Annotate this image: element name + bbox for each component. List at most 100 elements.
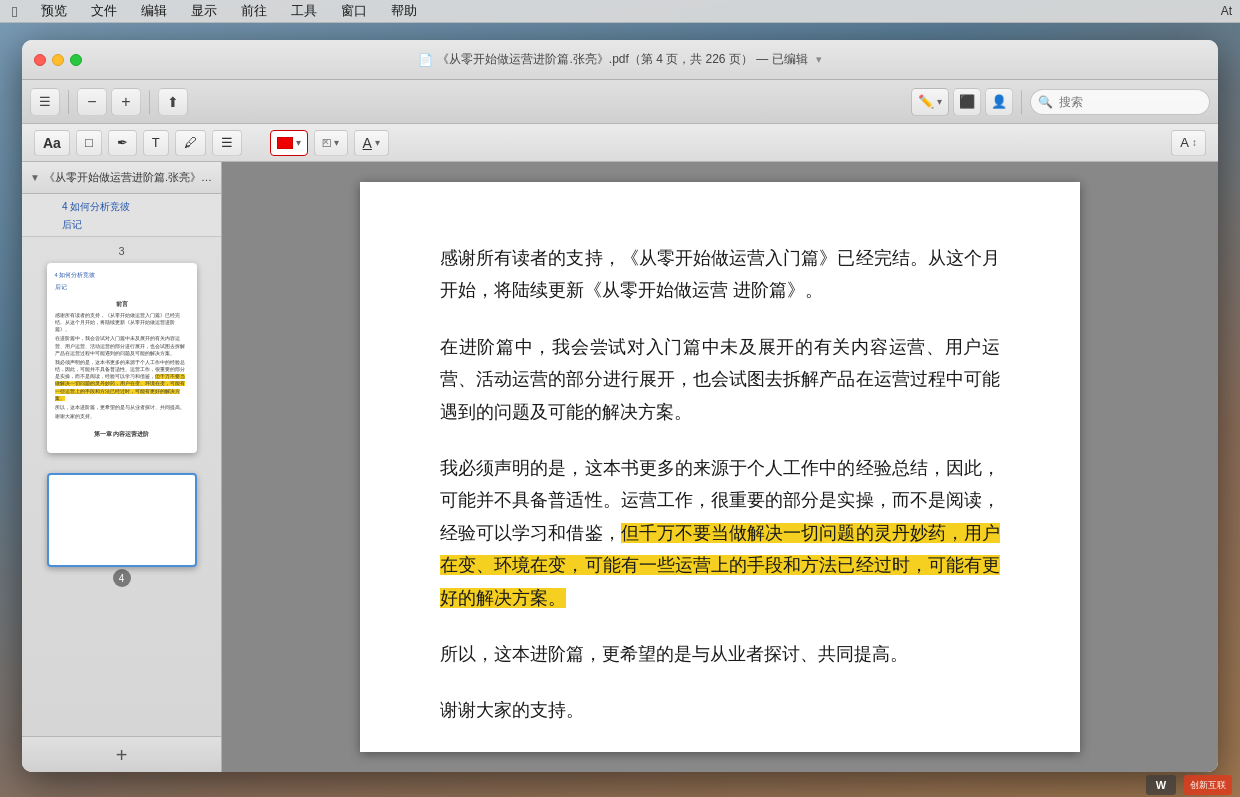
apple-menu[interactable]:  — [8, 3, 21, 20]
more-button[interactable]: ☰ — [212, 130, 242, 156]
zoom-out-button[interactable]: − — [77, 88, 107, 116]
watermark-area: W 创新互联 — [1138, 775, 1240, 795]
thumb-chapter1: 第一章 内容运营进阶 — [55, 430, 189, 438]
page-3-content: 4 如何分析竞彼 后记 前言 感谢所有读者的支持，《从零开始做运营入门篇》已经完… — [47, 263, 197, 453]
pdf-page: 感谢所有读者的支持，《从零开始做运营入门篇》已经完结。从这个月开始，将陆续更新《… — [360, 182, 1080, 752]
pen-icon: ✏️ — [918, 94, 934, 109]
pdf-paragraph-5: 谢谢大家的支持。 — [440, 694, 1000, 726]
underline-arrow: ▾ — [375, 137, 380, 148]
share-icon: ⬆ — [167, 94, 179, 110]
pdf-paragraph-1: 感谢所有读者的支持，《从零开始做运营入门篇》已经完结。从这个月开始，将陆续更新《… — [440, 242, 1000, 307]
window-title: 📄 《从零开始做运营进阶篇.张亮》.pdf（第 4 页，共 226 页） — 已… — [418, 51, 821, 68]
thumb-preface: 前言 — [55, 300, 189, 308]
pdf-paragraph-3: 我必须声明的是，这本书更多的来源于个人工作中的经验总结，因此，可能并不具备普适性… — [440, 452, 1000, 614]
page-4-content — [49, 475, 195, 565]
thumb-para1: 感谢所有读者的支持，《从零开始做运营入门篇》已经完结。从这个月开始，将陆续更新《… — [55, 312, 189, 334]
page-3-thumbnail[interactable]: 4 如何分析竞彼 后记 前言 感谢所有读者的支持，《从零开始做运营入门篇》已经完… — [47, 263, 197, 453]
page-4-thumbnail[interactable] — [47, 473, 197, 567]
close-button[interactable] — [34, 54, 46, 66]
zoom-in-button[interactable]: + — [111, 88, 141, 116]
toc-item-4[interactable]: 4 如何分析竞彼 — [46, 198, 213, 216]
menu-window[interactable]: 窗口 — [337, 2, 371, 20]
sidebar: ▼ 《从零开始做运营进阶篇.张亮》.pdf 4 如何分析竞彼 后记 3 4 如何… — [22, 162, 222, 772]
minimize-button[interactable] — [52, 54, 64, 66]
share-button[interactable]: ⬆ — [158, 88, 188, 116]
add-page-button[interactable]: + — [116, 745, 128, 765]
sidebar-toggle-button[interactable]: ☰ — [30, 88, 60, 116]
pen-tool-icon: ✒ — [117, 135, 128, 150]
toolbar-sep-2 — [149, 90, 150, 114]
stamp-button[interactable]: 🖊 — [175, 130, 206, 156]
highlight-box-icon — [277, 137, 293, 149]
page-4-badge: 4 — [113, 569, 131, 587]
thumb-para3: 我必须声明的是，这本书更多的来源于个人工作中的经验总结，因此，可能并不具备普适性… — [55, 359, 189, 402]
preview-window: 📄 《从零开始做运营进阶篇.张亮》.pdf（第 4 页，共 226 页） — 已… — [22, 40, 1218, 772]
main-area: ▼ 《从零开始做运营进阶篇.张亮》.pdf 4 如何分析竞彼 后记 3 4 如何… — [22, 162, 1218, 772]
traffic-lights — [34, 54, 82, 66]
sidebar-header: ▼ 《从零开始做运营进阶篇.张亮》.pdf — [22, 162, 221, 194]
text-button[interactable]: T — [143, 130, 169, 156]
sidebar-pages[interactable]: 3 4 如何分析竞彼 后记 前言 感谢所有读者的支持，《从零开始做运营入门篇》已… — [22, 237, 221, 736]
text-style-button[interactable]: Aa — [34, 130, 70, 156]
search-wrapper: 🔍 — [1030, 89, 1210, 115]
rectangle-icon: □ — [85, 135, 93, 150]
zoom-in-icon: + — [121, 93, 130, 111]
strikethrough-arrow: ▾ — [334, 137, 339, 148]
search-icon: 🔍 — [1038, 95, 1053, 109]
markup-button[interactable]: ✏️ ▾ — [911, 88, 949, 116]
person-icon: 👤 — [991, 94, 1007, 109]
thumb-toc-title: 4 如何分析竞彼 — [55, 271, 189, 279]
menu-help[interactable]: 帮助 — [387, 2, 421, 20]
page-3-container: 3 4 如何分析竞彼 后记 前言 感谢所有读者的支持，《从零开始做运营入门篇》已… — [47, 245, 197, 453]
pdf-content-area[interactable]: 感谢所有读者的支持，《从零开始做运营入门篇》已经完结。从这个月开始，将陆续更新《… — [222, 162, 1218, 772]
underline-button[interactable]: A ▾ — [354, 130, 389, 156]
annotation-toolbar: Aa □ ✒ T 🖊 ☰ ▾ □ ✕ ▾ A ▾ — [22, 124, 1218, 162]
markup-arrow: ▾ — [937, 96, 942, 107]
zoom-out-icon: − — [87, 93, 96, 111]
pdf-icon: 📄 — [418, 53, 433, 67]
strikethrough-x: ✕ — [322, 137, 330, 147]
text-icon: T — [152, 135, 160, 150]
stamp-icon: 🖊 — [184, 135, 197, 150]
rectangle-button[interactable]: □ — [76, 130, 102, 156]
sidebar-doc-title: 《从零开始做运营进阶篇.张亮》.pdf — [44, 170, 213, 185]
menu-view[interactable]: 显示 — [187, 2, 221, 20]
pen-tool-button[interactable]: ✒ — [108, 130, 137, 156]
highlight-button[interactable]: ▾ — [270, 130, 308, 156]
font-arrow: ↕ — [1192, 137, 1197, 148]
logo-brand: 创新互联 — [1184, 775, 1232, 795]
search-input[interactable] — [1030, 89, 1210, 115]
sidebar-footer: + — [22, 736, 221, 772]
more-icon: ☰ — [221, 135, 233, 150]
form-button[interactable]: 👤 — [985, 88, 1013, 116]
dropdown-arrow[interactable]: ▾ — [816, 53, 822, 66]
text-style-icon: Aa — [43, 135, 61, 151]
menubar-right: At — [1221, 4, 1232, 18]
thumb-para5: 谢谢大家的支持。 — [55, 413, 189, 420]
titlebar: 📄 《从零开始做运营进阶篇.张亮》.pdf（第 4 页，共 226 页） — 已… — [22, 40, 1218, 80]
toolbar-sep-1 — [68, 90, 69, 114]
underline-icon: A — [363, 135, 372, 151]
menu-file[interactable]: 文件 — [87, 2, 121, 20]
thumb-toc-sub: 后记 — [55, 283, 189, 291]
logo-w: W — [1146, 775, 1176, 795]
thumb-para2: 在进阶篇中，我会尝试对入门篇中未及展开的有关内容运营、用户运营、活动运营的部分进… — [55, 335, 189, 357]
menu-go[interactable]: 前往 — [237, 2, 271, 20]
menu-edit[interactable]: 编辑 — [137, 2, 171, 20]
collapse-icon[interactable]: ▼ — [30, 172, 40, 183]
menu-tools[interactable]: 工具 — [287, 2, 321, 20]
strikethrough-button[interactable]: □ ✕ ▾ — [314, 130, 348, 156]
page-3-label: 3 — [118, 245, 124, 257]
menu-preview[interactable]: 预览 — [37, 2, 71, 20]
font-size-button[interactable]: A ↕ — [1171, 130, 1206, 156]
pdf-paragraph-4: 所以，这本进阶篇，更希望的是与从业者探讨、共同提高。 — [440, 638, 1000, 670]
redact-icon: ⬛ — [959, 94, 975, 109]
page-4-container: 4 — [47, 473, 197, 591]
menubar:  预览 文件 编辑 显示 前往 工具 窗口 帮助 At — [0, 0, 1240, 23]
sidebar-icon: ☰ — [39, 94, 51, 109]
redact-button[interactable]: ⬛ — [953, 88, 981, 116]
maximize-button[interactable] — [70, 54, 82, 66]
toc-item-epilogue[interactable]: 后记 — [46, 216, 213, 234]
toolbar: ☰ − + ⬆ ✏️ ▾ ⬛ 👤 🔍 — [22, 80, 1218, 124]
thumb-para4: 所以，这本进阶篇，更希望的是与从业者探讨、共同提高。 — [55, 404, 189, 411]
